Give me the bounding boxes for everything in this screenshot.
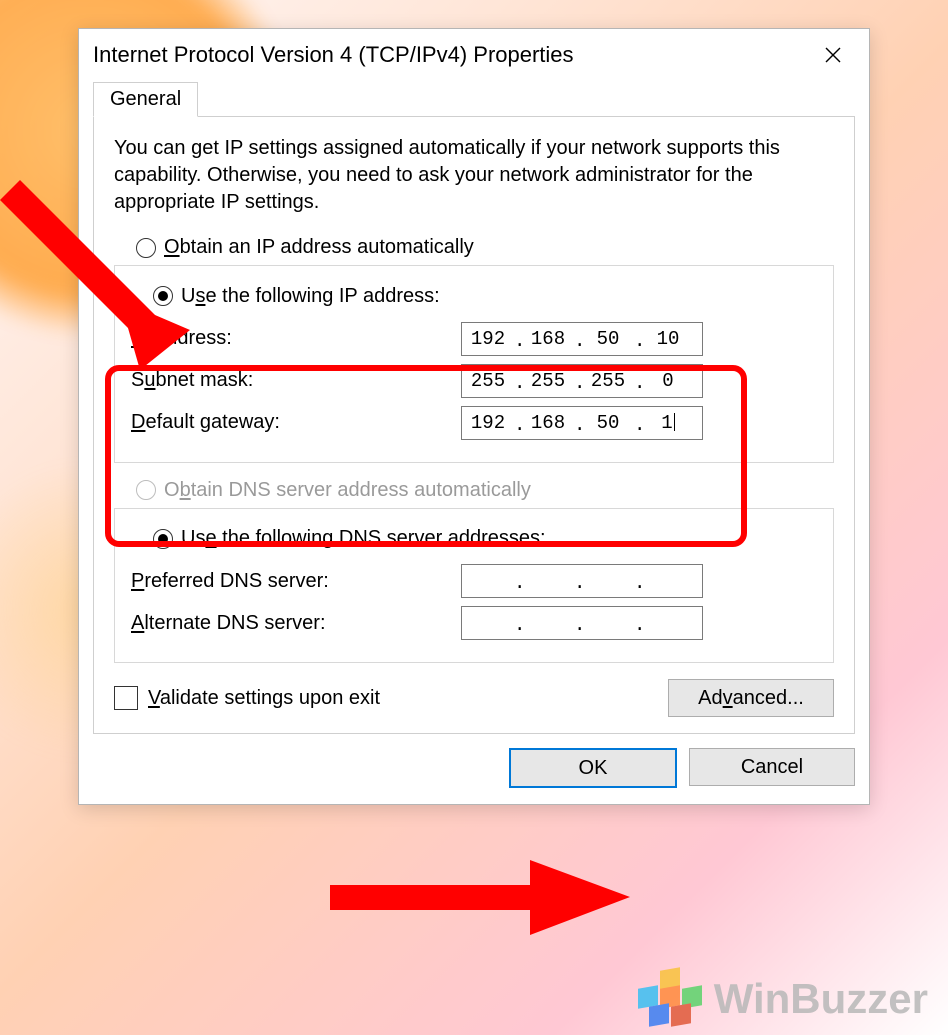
close-button[interactable] — [811, 39, 855, 71]
octet: 168 — [522, 412, 574, 434]
ipv4-properties-dialog: Internet Protocol Version 4 (TCP/IPv4) P… — [78, 28, 870, 805]
octet: 255 — [582, 370, 634, 392]
input-subnet-mask[interactable]: 255. 255. 255. 0 — [461, 364, 703, 398]
advanced-button[interactable]: Advanced... — [668, 679, 834, 717]
description-text: You can get IP settings assigned automat… — [114, 135, 834, 216]
ok-button[interactable]: OK — [509, 748, 677, 788]
octet: 255 — [522, 370, 574, 392]
label-alternate-dns: Alternate DNS server: — [131, 612, 461, 635]
radio-obtain-dns-auto: Obtain DNS server address automatically — [136, 479, 834, 502]
octet: 50 — [582, 412, 634, 434]
text-caret — [674, 413, 675, 431]
octet: 168 — [522, 328, 574, 350]
octet: 192 — [462, 328, 514, 350]
radio-label: Use the following IP address: — [181, 285, 440, 308]
cancel-button[interactable]: Cancel — [689, 748, 855, 786]
row-default-gateway: Default gateway: 192. 168. 50. 1 — [131, 406, 817, 440]
radio-label: Obtain DNS server address automatically — [164, 479, 531, 502]
dialog-title: Internet Protocol Version 4 (TCP/IPv4) P… — [93, 42, 574, 68]
dialog-buttons: OK Cancel — [79, 748, 869, 804]
checkbox-label: Validate settings upon exit — [148, 687, 380, 710]
radio-icon — [136, 238, 156, 258]
radio-icon — [136, 480, 156, 500]
tab-row: General — [93, 81, 855, 117]
watermark: WinBuzzer — [638, 969, 928, 1029]
watermark-logo-icon — [638, 969, 704, 1029]
tab-content: You can get IP settings assigned automat… — [93, 117, 855, 734]
octet: 192 — [462, 412, 514, 434]
input-preferred-dns[interactable]: . . . — [461, 564, 703, 598]
row-ip-address: IP address: 192. 168. 50. 10 — [131, 322, 817, 356]
ip-address-group: Use the following IP address: IP address… — [114, 265, 834, 463]
octet: 50 — [582, 328, 634, 350]
radio-use-following-dns[interactable]: Use the following DNS server addresses: — [153, 527, 552, 550]
octet: 0 — [642, 370, 694, 392]
input-ip-address[interactable]: 192. 168. 50. 10 — [461, 322, 703, 356]
radio-obtain-ip-auto[interactable]: Obtain an IP address automatically — [136, 236, 834, 259]
radio-label: Use the following DNS server addresses: — [181, 527, 546, 550]
radio-icon — [153, 529, 173, 549]
close-icon — [825, 47, 841, 63]
label-subnet-mask: Subnet mask: — [131, 369, 461, 392]
input-alternate-dns[interactable]: . . . — [461, 606, 703, 640]
checkbox-validate[interactable]: Validate settings upon exit — [114, 686, 380, 710]
label-preferred-dns: Preferred DNS server: — [131, 570, 461, 593]
label-ip-address: IP address: — [131, 327, 461, 350]
radio-icon — [153, 286, 173, 306]
radio-label: Obtain an IP address automatically — [164, 236, 474, 259]
octet: 255 — [462, 370, 514, 392]
row-preferred-dns: Preferred DNS server: . . . — [131, 564, 817, 598]
label-default-gateway: Default gateway: — [131, 411, 461, 434]
titlebar: Internet Protocol Version 4 (TCP/IPv4) P… — [79, 29, 869, 75]
footer-row: Validate settings upon exit Advanced... — [114, 679, 834, 717]
annotation-arrow-bottom — [330, 855, 630, 945]
watermark-text: WinBuzzer — [714, 975, 928, 1023]
row-alternate-dns: Alternate DNS server: . . . — [131, 606, 817, 640]
tab-general[interactable]: General — [93, 82, 198, 117]
octet: 10 — [642, 328, 694, 350]
radio-use-following-ip[interactable]: Use the following IP address: — [153, 285, 446, 308]
row-subnet-mask: Subnet mask: 255. 255. 255. 0 — [131, 364, 817, 398]
octet: 1 — [642, 412, 694, 434]
input-default-gateway[interactable]: 192. 168. 50. 1 — [461, 406, 703, 440]
checkbox-icon — [114, 686, 138, 710]
dns-group: Use the following DNS server addresses: … — [114, 508, 834, 664]
